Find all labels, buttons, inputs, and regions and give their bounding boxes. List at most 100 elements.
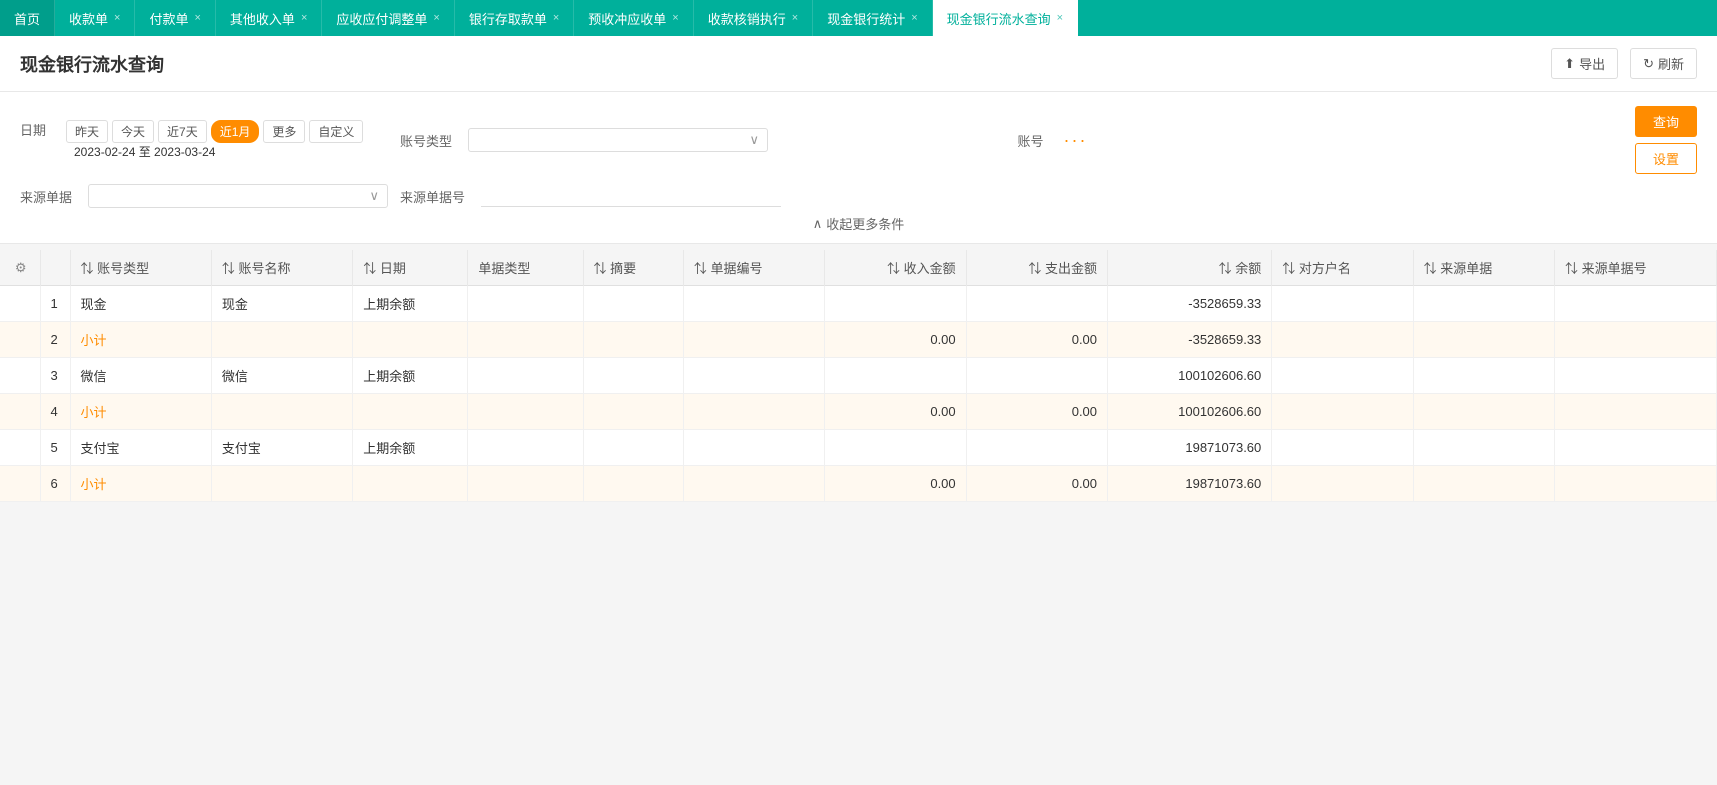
date-btn-昨天[interactable]: 昨天 [66,120,108,143]
nav-item-home[interactable]: 首页 [0,0,55,36]
setting-button[interactable]: 设置 [1635,143,1697,174]
cell-source-doc [1413,358,1554,394]
col-balance[interactable]: ⇅ 余额 [1108,250,1272,286]
refresh-button[interactable]: ↻ 刷新 [1630,48,1697,79]
table-row: 1现金现金上期余额-3528659.33 [0,286,1717,322]
export-button[interactable]: ⬆ 导出 [1551,48,1618,79]
cell-balance: 100102606.60 [1108,358,1272,394]
col-account-name[interactable]: ⇅ 账号名称 [211,250,352,286]
nav-close-prepay-offset[interactable]: × [672,12,678,24]
cell-account-name: 现金 [211,286,352,322]
date-btn-今天[interactable]: 今天 [112,120,154,143]
cell-doc-no [683,286,824,322]
cell-summary [583,394,683,430]
nav-close-ar-adjust[interactable]: × [433,12,439,24]
nav-close-bank-flow[interactable]: × [1057,12,1063,24]
col-source-doc[interactable]: ⇅ 来源单据 [1413,250,1554,286]
cell-balance: -3528659.33 [1108,286,1272,322]
cell-account-name: 微信 [211,358,352,394]
cell-source-doc-no [1555,322,1717,358]
cell-row-num: 5 [40,430,70,466]
query-button[interactable]: 查询 [1635,106,1697,137]
nav-item-payment[interactable]: 付款单× [135,0,215,36]
table-container: ⚙ ⇅ 账号类型 ⇅ 账号名称 ⇅ 日期 单据类型 ⇅ 摘要 ⇅ 单据编号 ⇅ … [0,250,1717,502]
cell-account-name [211,394,352,430]
source-doc-select[interactable]: ∨ [88,184,388,208]
col-source-doc-no[interactable]: ⇅ 来源单据号 [1555,250,1717,286]
nav-item-ar-adjust[interactable]: 应收应付调整单× [322,0,454,36]
date-options-group: 昨天今天近7天近1月更多自定义 2023-02-24 至 2023-03-24 [66,120,363,160]
nav-item-bank-flow[interactable]: 现金银行流水查询× [933,0,1078,36]
source-doc-no-input[interactable] [481,185,781,207]
cell-date: 上期余额 [353,286,468,322]
date-btn-自定义[interactable]: 自定义 [309,120,363,143]
date-btn-近7天[interactable]: 近7天 [158,120,207,143]
account-type-arrow: ∨ [750,132,760,148]
nav-item-bank-stat[interactable]: 现金银行统计× [813,0,932,36]
cell-income: 0.00 [825,466,966,502]
cell-source-doc [1413,394,1554,430]
cell-source-doc-no [1555,286,1717,322]
cell-balance: 100102606.60 [1108,394,1272,430]
cell-counterparty [1272,394,1413,430]
col-doc-no[interactable]: ⇅ 单据编号 [683,250,824,286]
cell-doc-type [468,466,583,502]
cell-expense [966,430,1107,466]
page-header: 现金银行流水查询 ⬆ 导出 ↻ 刷新 [0,36,1717,92]
cell-date: 上期余额 [353,358,468,394]
cell-source-doc [1413,286,1554,322]
gear-icon[interactable]: ⚙ [15,260,27,275]
header-row: ⚙ ⇅ 账号类型 ⇅ 账号名称 ⇅ 日期 单据类型 ⇅ 摘要 ⇅ 单据编号 ⇅ … [0,250,1717,286]
collapse-up-icon: ∧ [813,216,823,232]
date-options: 昨天今天近7天近1月更多自定义 [66,120,363,143]
cell-row-num: 4 [40,394,70,430]
collapse-bar[interactable]: ∧ 收起更多条件 [20,214,1697,233]
cell-account-type: 现金 [70,286,211,322]
source-doc-label: 来源单据 [20,187,72,206]
filter-row-2: 来源单据 ∨ 来源单据号 [20,184,1697,208]
nav-close-bank-stat[interactable]: × [911,12,917,24]
date-btn-近1月[interactable]: 近1月 [211,120,260,143]
cell-doc-type [468,322,583,358]
cell-doc-no [683,430,824,466]
nav-item-collection-verify[interactable]: 收款核销执行× [694,0,813,36]
cell-doc-type [468,358,583,394]
table-row: 5支付宝支付宝上期余额19871073.60 [0,430,1717,466]
account-type-select[interactable]: ∨ [468,128,768,152]
nav-close-collection-verify[interactable]: × [792,12,798,24]
nav-close-receipt[interactable]: × [114,12,120,24]
col-account-type[interactable]: ⇅ 账号类型 [70,250,211,286]
cell-account-type: 支付宝 [70,430,211,466]
col-settings[interactable]: ⚙ [0,250,40,286]
cell-balance: 19871073.60 [1108,466,1272,502]
cell-expense [966,286,1107,322]
col-income[interactable]: ⇅ 收入金额 [825,250,966,286]
export-icon: ⬆ [1564,56,1575,72]
nav-close-payment[interactable]: × [194,12,200,24]
col-counterparty[interactable]: ⇅ 对方户名 [1272,250,1413,286]
nav-close-other-income[interactable]: × [301,12,307,24]
cell-counterparty [1272,430,1413,466]
col-date[interactable]: ⇅ 日期 [353,250,468,286]
table-row: 6小计0.000.0019871073.60 [0,466,1717,502]
nav-item-prepay-offset[interactable]: 预收冲应收单× [574,0,693,36]
cell-date: 上期余额 [353,430,468,466]
nav-close-bank-deposit[interactable]: × [553,12,559,24]
cell-expense: 0.00 [966,466,1107,502]
nav-item-receipt[interactable]: 收款单× [55,0,135,36]
cell-doc-no [683,466,824,502]
col-expense[interactable]: ⇅ 支出金额 [966,250,1107,286]
col-summary[interactable]: ⇅ 摘要 [583,250,683,286]
nav-item-bank-deposit[interactable]: 银行存取款单× [455,0,574,36]
cell-row-num: 3 [40,358,70,394]
cell-settings [0,358,40,394]
col-row-num [40,250,70,286]
nav-item-other-income[interactable]: 其他收入单× [216,0,322,36]
cell-date [353,394,468,430]
filter-area: 日期 昨天今天近7天近1月更多自定义 2023-02-24 至 2023-03-… [0,92,1717,244]
cell-doc-no [683,394,824,430]
cell-doc-type [468,394,583,430]
account-dots[interactable]: ··· [1064,130,1088,151]
account-type-label: 账号类型 [400,131,452,150]
date-btn-更多[interactable]: 更多 [263,120,305,143]
